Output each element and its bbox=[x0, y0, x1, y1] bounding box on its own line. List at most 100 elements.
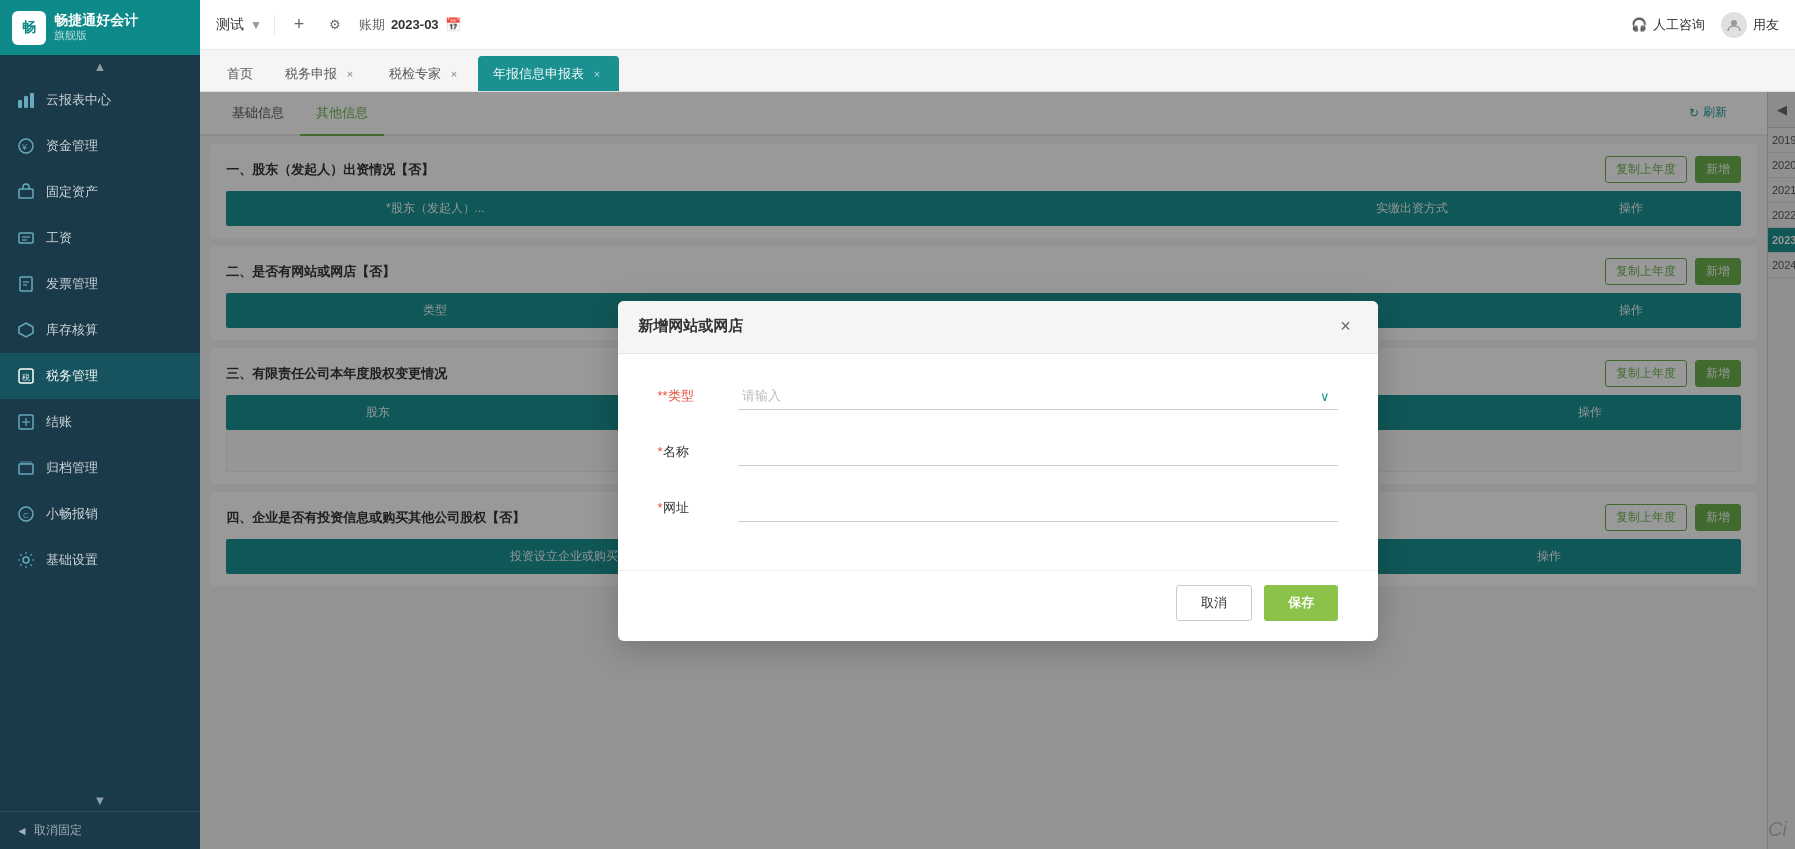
cancel-button[interactable]: 取消 bbox=[1176, 585, 1252, 621]
form-label-type: **类型 bbox=[658, 387, 738, 405]
tab-annual[interactable]: 年报信息申报表 × bbox=[478, 56, 619, 91]
dropdown-icon: ▼ bbox=[250, 18, 262, 32]
sidebar-item-invoice[interactable]: 发票管理 bbox=[0, 261, 200, 307]
svg-text:¥: ¥ bbox=[21, 142, 28, 152]
tab-close-icon[interactable]: × bbox=[590, 67, 604, 81]
sidebar-item-label: 小畅报销 bbox=[46, 505, 98, 523]
form-label-name: *名称 bbox=[658, 443, 738, 461]
archive-icon bbox=[16, 458, 36, 478]
pin-label: 取消固定 bbox=[34, 822, 82, 839]
inventory-icon bbox=[16, 320, 36, 340]
tab-label: 年报信息申报表 bbox=[493, 65, 584, 83]
url-input-wrap bbox=[738, 494, 1338, 522]
chart-icon bbox=[16, 90, 36, 110]
modal-title: 新增网站或网店 bbox=[638, 317, 743, 336]
svg-text:C: C bbox=[23, 511, 29, 520]
app-subtitle: 旗舰版 bbox=[54, 28, 138, 43]
svg-rect-6 bbox=[19, 233, 33, 243]
period-display: 账期 2023-03 📅 bbox=[359, 16, 461, 34]
type-input[interactable] bbox=[738, 382, 1338, 410]
tab-label: 首页 bbox=[227, 65, 253, 83]
svg-rect-0 bbox=[18, 100, 22, 108]
user-label: 用友 bbox=[1753, 16, 1779, 34]
sidebar-scroll-down[interactable]: ▼ bbox=[0, 789, 200, 811]
svg-rect-17 bbox=[19, 464, 33, 474]
payroll-icon bbox=[16, 228, 36, 248]
topbar-divider bbox=[274, 15, 275, 35]
save-button[interactable]: 保存 bbox=[1264, 585, 1338, 621]
modal-overlay: 新增网站或网店 × **类型 ∨ bbox=[200, 92, 1795, 849]
svg-rect-1 bbox=[24, 96, 28, 108]
tab-tax[interactable]: 税务申报 × bbox=[270, 56, 372, 91]
app-title: 畅捷通好会计 bbox=[54, 12, 138, 29]
settings-icon bbox=[16, 550, 36, 570]
xiaochang-icon: C bbox=[16, 504, 36, 524]
type-input-wrap: ∨ bbox=[738, 382, 1338, 410]
invoice-icon bbox=[16, 274, 36, 294]
pin-icon: ◄ bbox=[16, 824, 28, 838]
gear-icon: ⚙ bbox=[329, 17, 341, 32]
service-button[interactable]: 🎧 人工咨询 bbox=[1631, 16, 1705, 34]
sidebar-item-tax[interactable]: 税 税务管理 bbox=[0, 353, 200, 399]
sidebar-item-inventory[interactable]: 库存核算 bbox=[0, 307, 200, 353]
name-input-wrap bbox=[738, 438, 1338, 466]
user-menu[interactable]: 用友 bbox=[1721, 12, 1779, 38]
tab-home[interactable]: 首页 bbox=[212, 56, 268, 91]
sidebar-item-label: 库存核算 bbox=[46, 321, 98, 339]
sidebar-item-label: 固定资产 bbox=[46, 183, 98, 201]
svg-text:税: 税 bbox=[22, 373, 30, 382]
sidebar-item-label: 税务管理 bbox=[46, 367, 98, 385]
sidebar-bottom: ◄ 取消固定 bbox=[0, 811, 200, 849]
company-selector[interactable]: 测试 ▼ bbox=[216, 16, 262, 34]
headset-icon: 🎧 bbox=[1631, 17, 1647, 32]
topbar-right: 🎧 人工咨询 用友 bbox=[1631, 12, 1779, 38]
sidebar-item-accounting[interactable]: 结账 bbox=[0, 399, 200, 445]
sidebar-item-archive[interactable]: 归档管理 bbox=[0, 445, 200, 491]
accounting-icon bbox=[16, 412, 36, 432]
name-input[interactable] bbox=[738, 438, 1338, 466]
svg-rect-9 bbox=[20, 277, 32, 291]
tab-close-icon[interactable]: × bbox=[343, 67, 357, 81]
svg-point-21 bbox=[1731, 20, 1737, 26]
sidebar-item-label: 发票管理 bbox=[46, 275, 98, 293]
sidebar-header: 畅 畅捷通好会计 旗舰版 bbox=[0, 0, 200, 55]
tab-close-icon[interactable]: × bbox=[447, 67, 461, 81]
sidebar-item-xiaochang[interactable]: C 小畅报销 bbox=[0, 491, 200, 537]
svg-rect-5 bbox=[19, 189, 33, 198]
sidebar-item-funds[interactable]: ¥ 资金管理 bbox=[0, 123, 200, 169]
avatar bbox=[1721, 12, 1747, 38]
sidebar-item-label: 结账 bbox=[46, 413, 72, 431]
form-label-url: *网址 bbox=[658, 499, 738, 517]
settings-button[interactable]: ⚙ bbox=[323, 13, 347, 37]
company-name: 测试 bbox=[216, 16, 244, 34]
service-label: 人工咨询 bbox=[1653, 16, 1705, 34]
tab-expert[interactable]: 税检专家 × bbox=[374, 56, 476, 91]
sidebar-item-cloud-reports[interactable]: 云报表中心 bbox=[0, 77, 200, 123]
pin-button[interactable]: ◄ 取消固定 bbox=[16, 822, 184, 839]
sidebar-item-settings[interactable]: 基础设置 bbox=[0, 537, 200, 583]
sidebar-item-label: 资金管理 bbox=[46, 137, 98, 155]
url-input[interactable] bbox=[738, 494, 1338, 522]
modal-header: 新增网站或网店 × bbox=[618, 301, 1378, 354]
calendar-icon[interactable]: 📅 bbox=[445, 17, 461, 32]
assets-icon bbox=[16, 182, 36, 202]
tab-label: 税务申报 bbox=[285, 65, 337, 83]
main-content: 测试 ▼ + ⚙ 账期 2023-03 📅 🎧 人工咨询 bbox=[200, 0, 1795, 849]
tabs-bar: 首页 税务申报 × 税检专家 × 年报信息申报表 × bbox=[200, 50, 1795, 92]
sidebar-item-label: 云报表中心 bbox=[46, 91, 111, 109]
sidebar-item-fixed-assets[interactable]: 固定资产 bbox=[0, 169, 200, 215]
sidebar-item-label: 基础设置 bbox=[46, 551, 98, 569]
sidebar-item-payroll[interactable]: 工资 bbox=[0, 215, 200, 261]
app-logo: 畅 bbox=[12, 11, 46, 45]
sidebar-scroll-up[interactable]: ▲ bbox=[0, 55, 200, 77]
close-icon: × bbox=[1340, 316, 1351, 337]
tab-label: 税检专家 bbox=[389, 65, 441, 83]
form-field-name: *名称 bbox=[658, 438, 1338, 466]
sidebar-item-label: 归档管理 bbox=[46, 459, 98, 477]
add-button[interactable]: + bbox=[287, 13, 311, 37]
period-label: 账期 bbox=[359, 16, 385, 34]
modal-close-button[interactable]: × bbox=[1334, 315, 1358, 339]
sidebar-item-label: 工资 bbox=[46, 229, 72, 247]
topbar: 测试 ▼ + ⚙ 账期 2023-03 📅 🎧 人工咨询 bbox=[200, 0, 1795, 50]
form-field-url: *网址 bbox=[658, 494, 1338, 522]
